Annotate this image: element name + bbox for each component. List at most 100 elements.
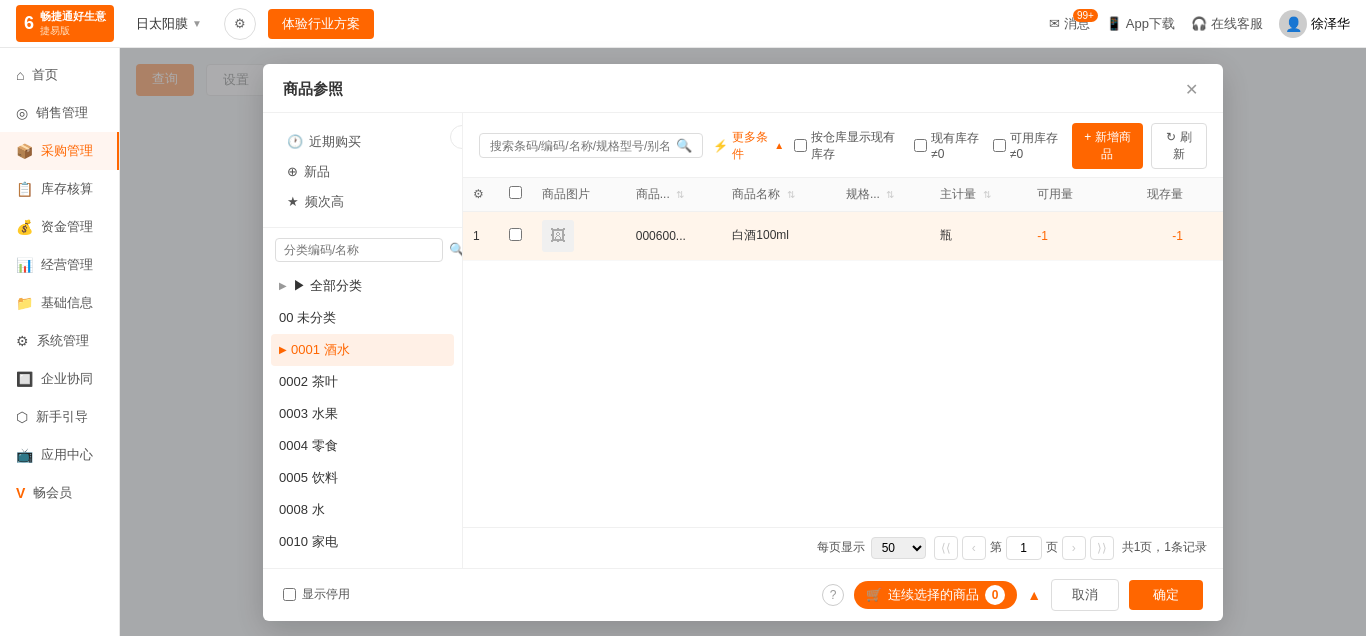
category-search-icon[interactable]: 🔍	[449, 242, 463, 257]
cat-item-c0001[interactable]: ▶ 0001 酒水	[271, 334, 454, 366]
cat-item-c00[interactable]: 00 未分类	[271, 302, 454, 334]
page-label: 第	[990, 539, 1002, 556]
confirm-button[interactable]: 确定	[1129, 580, 1203, 610]
chevron-up-icon: ▲	[774, 140, 784, 151]
last-page-button[interactable]: ⟩⟩	[1090, 536, 1114, 560]
nonzero-available-checkbox[interactable]	[993, 139, 1006, 152]
td-spec	[836, 211, 930, 260]
product-search-box: 🔍	[479, 133, 703, 158]
sidebar-item-purchase[interactable]: 📦 采购管理	[0, 132, 119, 170]
sort-arrows-name: ⇅	[787, 189, 795, 200]
message-icon: ✉	[1049, 16, 1060, 31]
th-spec[interactable]: 规格... ⇅	[836, 178, 930, 212]
show-disabled-toggle[interactable]: 显示停用	[283, 586, 350, 603]
by-warehouse-checkbox[interactable]	[794, 139, 807, 152]
cart-area[interactable]: 🛒 连续选择的商品 0	[854, 581, 1017, 609]
add-product-button[interactable]: + 新增商品	[1072, 123, 1143, 169]
help-button[interactable]: ?	[822, 584, 844, 606]
chevron-down-icon: ▼	[192, 18, 202, 29]
logo-icon: 6	[24, 13, 34, 34]
settings-button[interactable]: ⚙	[224, 8, 256, 40]
sidebar-item-finance[interactable]: 💰 资金管理	[0, 208, 119, 246]
product-search-input[interactable]	[490, 139, 670, 153]
cat-item-c0005[interactable]: 0005 饮料	[271, 462, 454, 494]
product-reference-modal: 商品参照 ✕ 🕐 近期购买 ⊕ 新品 ★	[263, 64, 1223, 621]
category-search-input[interactable]	[275, 238, 443, 262]
quick-new[interactable]: ⊕ 新品	[279, 157, 446, 187]
first-page-button[interactable]: ⟨⟨	[934, 536, 958, 560]
cat-item-c0010[interactable]: 0010 家电	[271, 526, 454, 558]
next-page-button[interactable]: ›	[1062, 536, 1086, 560]
enterprise-icon: 🔲	[16, 371, 33, 387]
cart-collapse-button[interactable]: ▲	[1027, 587, 1041, 603]
toolbar-right: + 新增商品 ↻ 刷新	[1072, 123, 1207, 169]
prev-page-button[interactable]: ‹	[962, 536, 986, 560]
cat-item-c0008[interactable]: 0008 水	[271, 494, 454, 526]
sidebar-item-enterprise[interactable]: 🔲 企业协同	[0, 360, 119, 398]
nav-dropdown[interactable]: 日太阳膜 ▼	[126, 11, 212, 37]
th-name[interactable]: 商品名称 ⇅	[722, 178, 836, 212]
online-service-nav-item[interactable]: 🎧 在线客服	[1191, 15, 1263, 33]
cat-item-c0003[interactable]: 0003 水果	[271, 398, 454, 430]
th-unit[interactable]: 主计量 ⇅	[930, 178, 1027, 212]
show-disabled-checkbox[interactable]	[283, 588, 296, 601]
sidebar-item-inventory[interactable]: 📋 库存核算	[0, 170, 119, 208]
sidebar-item-home[interactable]: ⌂ 首页	[0, 56, 119, 94]
quick-recent[interactable]: 🕐 近期购买	[279, 127, 446, 157]
plus-circle-icon: ⊕	[287, 164, 298, 179]
page-nav: ⟨⟨ ‹ 第 页 › ⟩⟩	[934, 536, 1114, 560]
th-settings[interactable]: ⚙	[463, 178, 499, 212]
select-all-checkbox[interactable]	[509, 186, 522, 199]
cat-item-c0004[interactable]: 0004 零食	[271, 430, 454, 462]
user-area[interactable]: 👤 徐泽华	[1279, 10, 1350, 38]
th-code[interactable]: 商品... ⇅	[626, 178, 723, 212]
th-available: 可用量	[1027, 178, 1104, 212]
table-row[interactable]: 1 🖼 000600... 白酒100ml	[463, 211, 1223, 260]
cat-item-c0002[interactable]: 0002 茶叶	[271, 366, 454, 398]
td-checkbox[interactable]	[499, 211, 532, 260]
table-header-row: ⚙ 商品图片 商品... ⇅	[463, 178, 1223, 212]
quick-frequent[interactable]: ★ 频次高	[279, 187, 446, 217]
sales-icon: ◎	[16, 105, 28, 121]
cat-item-all[interactable]: ▶ ▶ 全部分类	[271, 270, 454, 302]
sidebar-item-operations[interactable]: 📊 经营管理	[0, 246, 119, 284]
sidebar-item-basic[interactable]: 📁 基础信息	[0, 284, 119, 322]
search-icon[interactable]: 🔍	[676, 138, 692, 153]
nonzero-stock-checkbox[interactable]	[914, 139, 927, 152]
modal-close-button[interactable]: ✕	[1179, 78, 1203, 102]
check-nonzero-available[interactable]: 可用库存≠0	[993, 130, 1062, 161]
check-by-warehouse[interactable]: 按仓库显示现有库存	[794, 129, 904, 163]
app-download-nav-item[interactable]: 📱 App下载	[1106, 15, 1175, 33]
sidebar-item-system[interactable]: ⚙ 系统管理	[0, 322, 119, 360]
sort-arrows-spec: ⇅	[886, 189, 894, 200]
per-page-area: 每页显示 50 20 100	[817, 537, 926, 559]
messages-nav-item[interactable]: ✉ 消息 99+	[1049, 15, 1090, 33]
sidebar-item-member[interactable]: V 畅会员	[0, 474, 119, 512]
cancel-button[interactable]: 取消	[1051, 579, 1119, 611]
more-filter-button[interactable]: ⚡ 更多条件 ▲	[713, 129, 784, 163]
check-nonzero-stock[interactable]: 现有库存≠0	[914, 130, 983, 161]
logo[interactable]: 6 畅捷通好生意 捷易版	[16, 5, 114, 42]
td-image: 🖼	[532, 211, 626, 260]
page-input[interactable]	[1006, 536, 1042, 560]
trial-button[interactable]: 体验行业方案	[268, 9, 374, 39]
refresh-button[interactable]: ↻ 刷新	[1151, 123, 1207, 169]
td-name: 白酒100ml	[722, 211, 836, 260]
category-search-area: 🔍	[263, 234, 462, 270]
column-settings-icon[interactable]: ⚙	[473, 187, 484, 201]
avatar: 👤	[1279, 10, 1307, 38]
per-page-select[interactable]: 50 20 100	[871, 537, 926, 559]
cart-icon: 🛒	[866, 587, 882, 602]
sort-arrows-unit: ⇅	[983, 189, 991, 200]
sidebar-item-guide[interactable]: ⬡ 新手引导	[0, 398, 119, 436]
headset-icon: 🎧	[1191, 16, 1207, 31]
td-stock: -1	[1104, 211, 1223, 260]
th-checkbox[interactable]	[499, 178, 532, 212]
sidebar-item-sales[interactable]: ◎ 销售管理	[0, 94, 119, 132]
cart-label: 连续选择的商品	[888, 586, 979, 604]
messages-badge: 99+	[1073, 9, 1098, 22]
home-icon: ⌂	[16, 67, 24, 83]
row-checkbox[interactable]	[509, 228, 522, 241]
footer-right: ? 🛒 连续选择的商品 0 ▲ 取消 确定	[822, 579, 1203, 611]
sidebar-item-appstore[interactable]: 📺 应用中心	[0, 436, 119, 474]
